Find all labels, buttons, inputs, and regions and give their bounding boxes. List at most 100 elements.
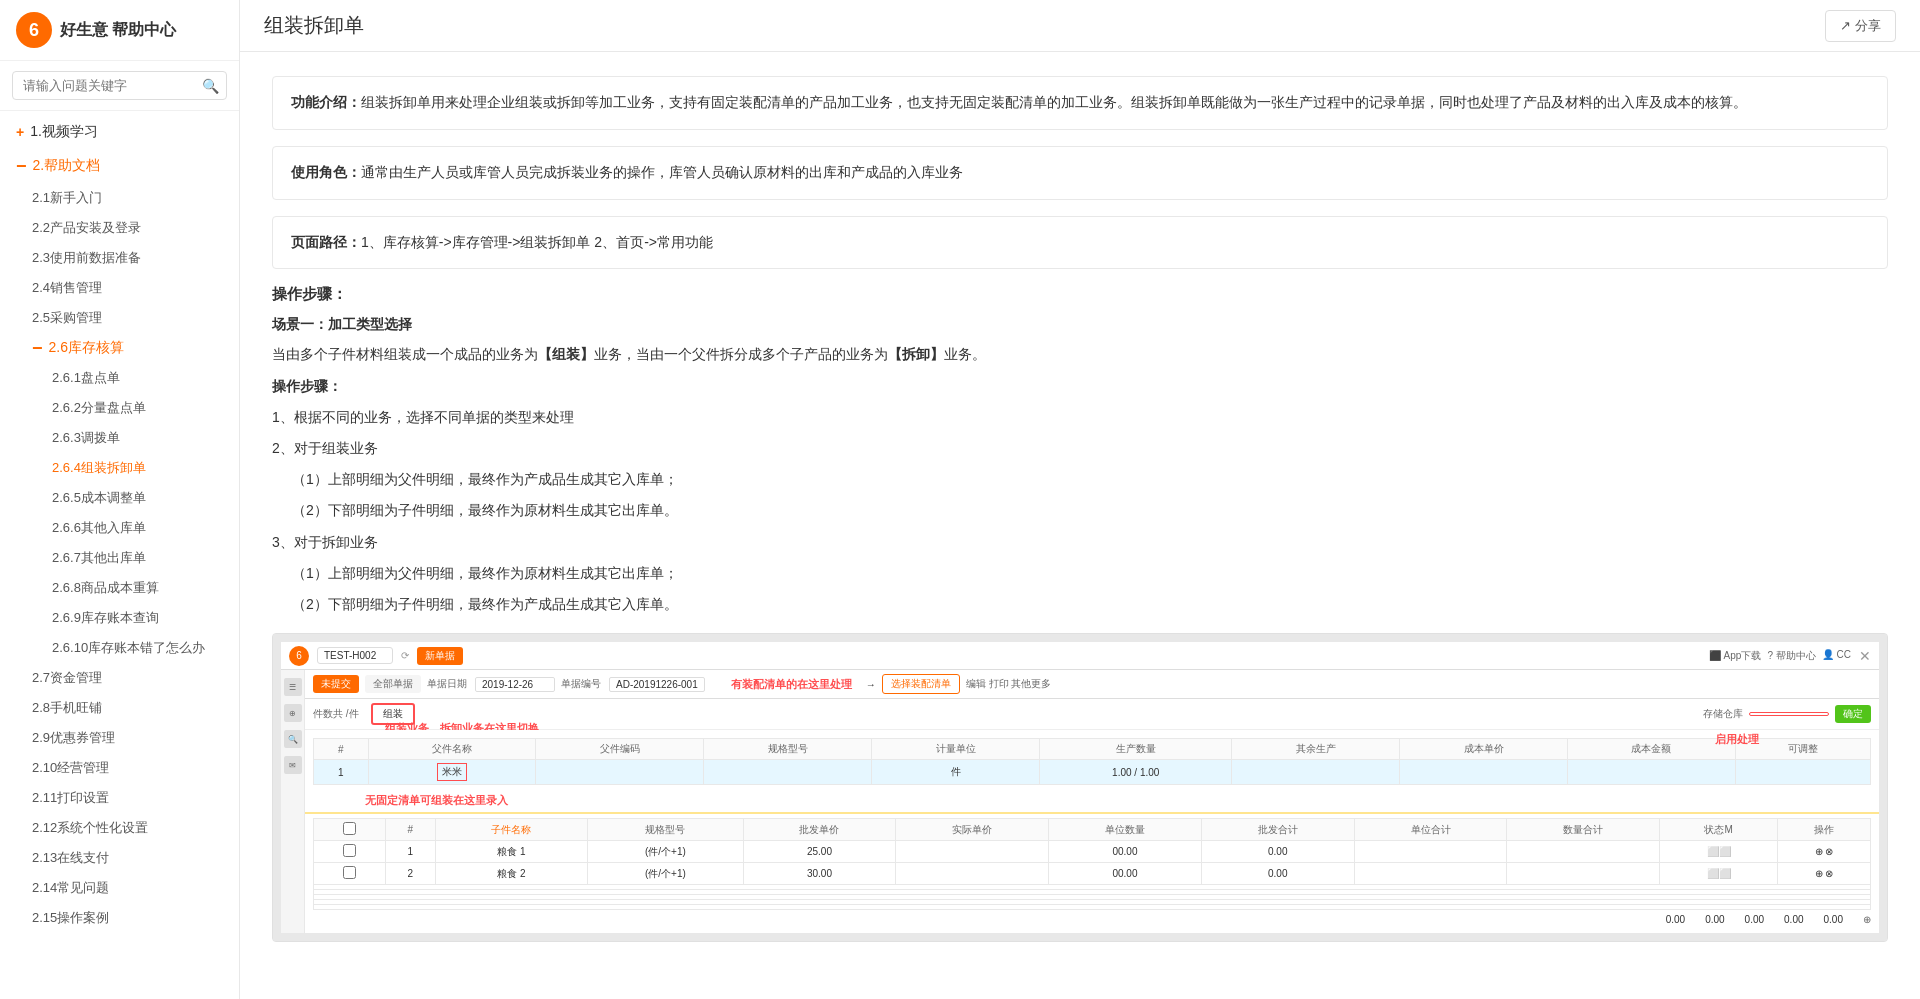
sidebar-item-sales[interactable]: 2.4销售管理 [0, 273, 239, 303]
role-block: 使用角色：通常由生产人员或库管人员完成拆装业务的操作，库管人员确认原材料的出库和… [272, 146, 1888, 200]
mock-side-icon-2[interactable]: ⊕ [284, 704, 302, 722]
mock-company-dropdown[interactable]: TEST-H002 [317, 647, 393, 664]
collapse-icon: − [16, 157, 27, 175]
mock-ltd-ap2 [896, 863, 1049, 885]
sidebar-header: 6 好生意 帮助中心 [0, 0, 239, 61]
mock-ltd-ut2 [1354, 863, 1507, 885]
top-bar: 组装拆卸单 ↗ 分享 [240, 0, 1920, 52]
mock-td-camount [1568, 760, 1736, 785]
sidebar-item-inventory-ledger[interactable]: 2.6.9库存账本查询 [0, 603, 239, 633]
sidebar-item-coupon[interactable]: 2.9优惠券管理 [0, 723, 239, 753]
sidebar-item-print[interactable]: 2.11打印设置 [0, 783, 239, 813]
sidebar-item-mobile[interactable]: 2.8手机旺铺 [0, 693, 239, 723]
sidebar-item-inventory-fix[interactable]: 2.6.10库存账本错了怎么办 [0, 633, 239, 663]
search-input[interactable] [12, 71, 227, 100]
share-button[interactable]: ↗ 分享 [1825, 10, 1896, 42]
mock-close-icon[interactable]: ✕ [1859, 648, 1871, 664]
mock-total-2: 0.00 [1705, 914, 1724, 925]
mock-upper-table-container: # 父件名称 父件编码 规格型号 计量单位 生产数量 其余生产 成本单价 成本金 [305, 734, 1879, 789]
mock-left-sidebar: ☰ ⊕ 🔍 ✉ [281, 670, 305, 933]
sidebar-item-cost-adjust[interactable]: 2.6.5成本调整单 [0, 483, 239, 513]
sidebar-item-management[interactable]: 2.10经营管理 [0, 753, 239, 783]
mock-lth-ops: 操作 [1778, 819, 1871, 841]
role-label: 使用角色： [291, 164, 361, 180]
sidebar-group-label: 1.视频学习 [30, 123, 98, 141]
mock-lower-table-container: # 子件名称 规格型号 批发单价 实际单价 单位数量 批发合计 单位合计 数量合 [305, 812, 1879, 933]
mock-type-row: 件数共 /件 组装 组装业务、拆卸业务在这里切换 存储仓库 确定 [305, 699, 1879, 730]
mock-tab-all[interactable]: 全部单据 [365, 675, 421, 693]
sidebar-item-data-prep[interactable]: 2.3使用前数据准备 [0, 243, 239, 273]
sidebar-group-label: 2.帮助文档 [33, 157, 101, 175]
sidebar-item-help-docs[interactable]: − 2.帮助文档 [0, 149, 239, 183]
mock-td-qty[interactable]: 1.00 / 1.00 [1040, 760, 1232, 785]
mock-warehouse-input[interactable] [1749, 712, 1829, 716]
mock-ltd-wt1: 0.00 [1201, 841, 1354, 863]
mock-ltd-op1[interactable]: ⊕ ⊗ [1778, 841, 1871, 863]
mock-ltd-qt2 [1507, 863, 1660, 885]
mock-select-all[interactable] [343, 822, 356, 835]
mock-total-ops: ⊕ [1863, 914, 1871, 925]
sidebar: 6 好生意 帮助中心 🔍 + 1.视频学习 − 2.帮助文档 2.1新手入门 2… [0, 0, 240, 999]
mock-ltd-check2[interactable] [314, 863, 386, 885]
mock-apps-icon: ⬛ App下载 [1709, 649, 1761, 663]
sidebar-item-assembly[interactable]: 2.6.4组装拆卸单 [0, 453, 239, 483]
mock-count-label: 件数共 /件 [313, 707, 359, 721]
mock-lth-check[interactable] [314, 819, 386, 841]
step3: 3、对于拆卸业务 [272, 530, 1888, 555]
mock-side-icon-4[interactable]: ✉ [284, 756, 302, 774]
sidebar-item-purchase[interactable]: 2.5采购管理 [0, 303, 239, 333]
sidebar-item-install[interactable]: 2.2产品安装及登录 [0, 213, 239, 243]
mock-number-value[interactable]: AD-20191226-001 [609, 677, 705, 692]
table-row [314, 905, 1871, 910]
mock-total-1: 0.00 [1666, 914, 1685, 925]
sidebar-item-case[interactable]: 2.15操作案例 [0, 903, 239, 933]
mock-select-bom-btn[interactable]: 选择装配清单 [882, 674, 960, 694]
mock-number-field: 单据编号 AD-20191226-001 [561, 677, 705, 692]
mock-logo: 6 [289, 646, 309, 666]
mock-tab-uncommitted[interactable]: 未提交 [313, 675, 359, 693]
mock-row-check1[interactable] [343, 844, 356, 857]
mock-ltd-st2: ⬜⬜ [1660, 863, 1778, 885]
sidebar-item-other-outbound[interactable]: 2.6.7其他出库单 [0, 543, 239, 573]
sidebar-item-stocktake[interactable]: 2.6.1盘点单 [0, 363, 239, 393]
mock-ltd-qt1 [1507, 841, 1660, 863]
mock-th-extra: 其余生产 [1232, 739, 1400, 760]
mock-inner-layout: ☰ ⊕ 🔍 ✉ 未提交 全部单据 单据日期 2019-12-26 [281, 670, 1879, 933]
sidebar-item-transfer[interactable]: 2.6.3调拨单 [0, 423, 239, 453]
mock-td-parent-name[interactable]: 米米 [368, 760, 536, 785]
step1: 1、根据不同的业务，选择不同单据的类型来处理 [272, 405, 1888, 430]
search-icon[interactable]: 🔍 [202, 78, 219, 94]
mock-side-icon-1[interactable]: ☰ [284, 678, 302, 696]
sidebar-item-faq[interactable]: 2.14常见问题 [0, 873, 239, 903]
mock-side-icon-3[interactable]: 🔍 [284, 730, 302, 748]
mock-lth-unit-total: 单位合计 [1354, 819, 1507, 841]
sidebar-item-beginner[interactable]: 2.1新手入门 [0, 183, 239, 213]
mock-arrow-right: → [866, 679, 876, 690]
mock-ltd-check1[interactable] [314, 841, 386, 863]
sidebar-item-cost-recalc[interactable]: 2.6.8商品成本重算 [0, 573, 239, 603]
sidebar-item-personalize[interactable]: 2.12系统个性化设置 [0, 813, 239, 843]
sidebar-item-payment[interactable]: 2.13在线支付 [0, 843, 239, 873]
mock-confirm-btn[interactable]: 确定 [1835, 705, 1871, 723]
sidebar-item-video-learning[interactable]: + 1.视频学习 [0, 115, 239, 149]
mock-upper-table-header: # 父件名称 父件编码 规格型号 计量单位 生产数量 其余生产 成本单价 成本金 [314, 739, 1871, 760]
page-title: 组装拆卸单 [264, 12, 364, 39]
sidebar-item-partial-stock[interactable]: 2.6.2分量盘点单 [0, 393, 239, 423]
mock-th-cost-amount: 成本金额 [1568, 739, 1736, 760]
share-icon: ↗ [1840, 18, 1851, 33]
sidebar-item-finance[interactable]: 2.7资金管理 [0, 663, 239, 693]
sidebar-item-other-inbound[interactable]: 2.6.6其他入库单 [0, 513, 239, 543]
mock-date-value[interactable]: 2019-12-26 [475, 677, 555, 692]
mock-ltd-wt2: 0.00 [1201, 863, 1354, 885]
mock-row-check2[interactable] [343, 866, 356, 879]
mock-new-doc-btn[interactable]: 新单据 [417, 647, 463, 665]
mock-ltd-ut1 [1354, 841, 1507, 863]
sidebar-item-inventory[interactable]: − 2.6库存核算 [0, 333, 239, 363]
func-intro-text: 组装拆卸单用来处理企业组装或拆卸等加工业务，支持有固定装配清单的产品加工业务，也… [361, 94, 1747, 110]
mock-lth-status: 状态M [1660, 819, 1778, 841]
mock-ltd-op2[interactable]: ⊕ ⊗ [1778, 863, 1871, 885]
mock-user-icon: 👤 CC [1822, 649, 1851, 663]
mock-th-parent-name: 父件名称 [368, 739, 536, 760]
step3-sub1: （1）上部明细为父件明细，最终作为原材料生成其它出库单； [272, 561, 1888, 586]
search-box[interactable]: 🔍 [0, 61, 239, 111]
